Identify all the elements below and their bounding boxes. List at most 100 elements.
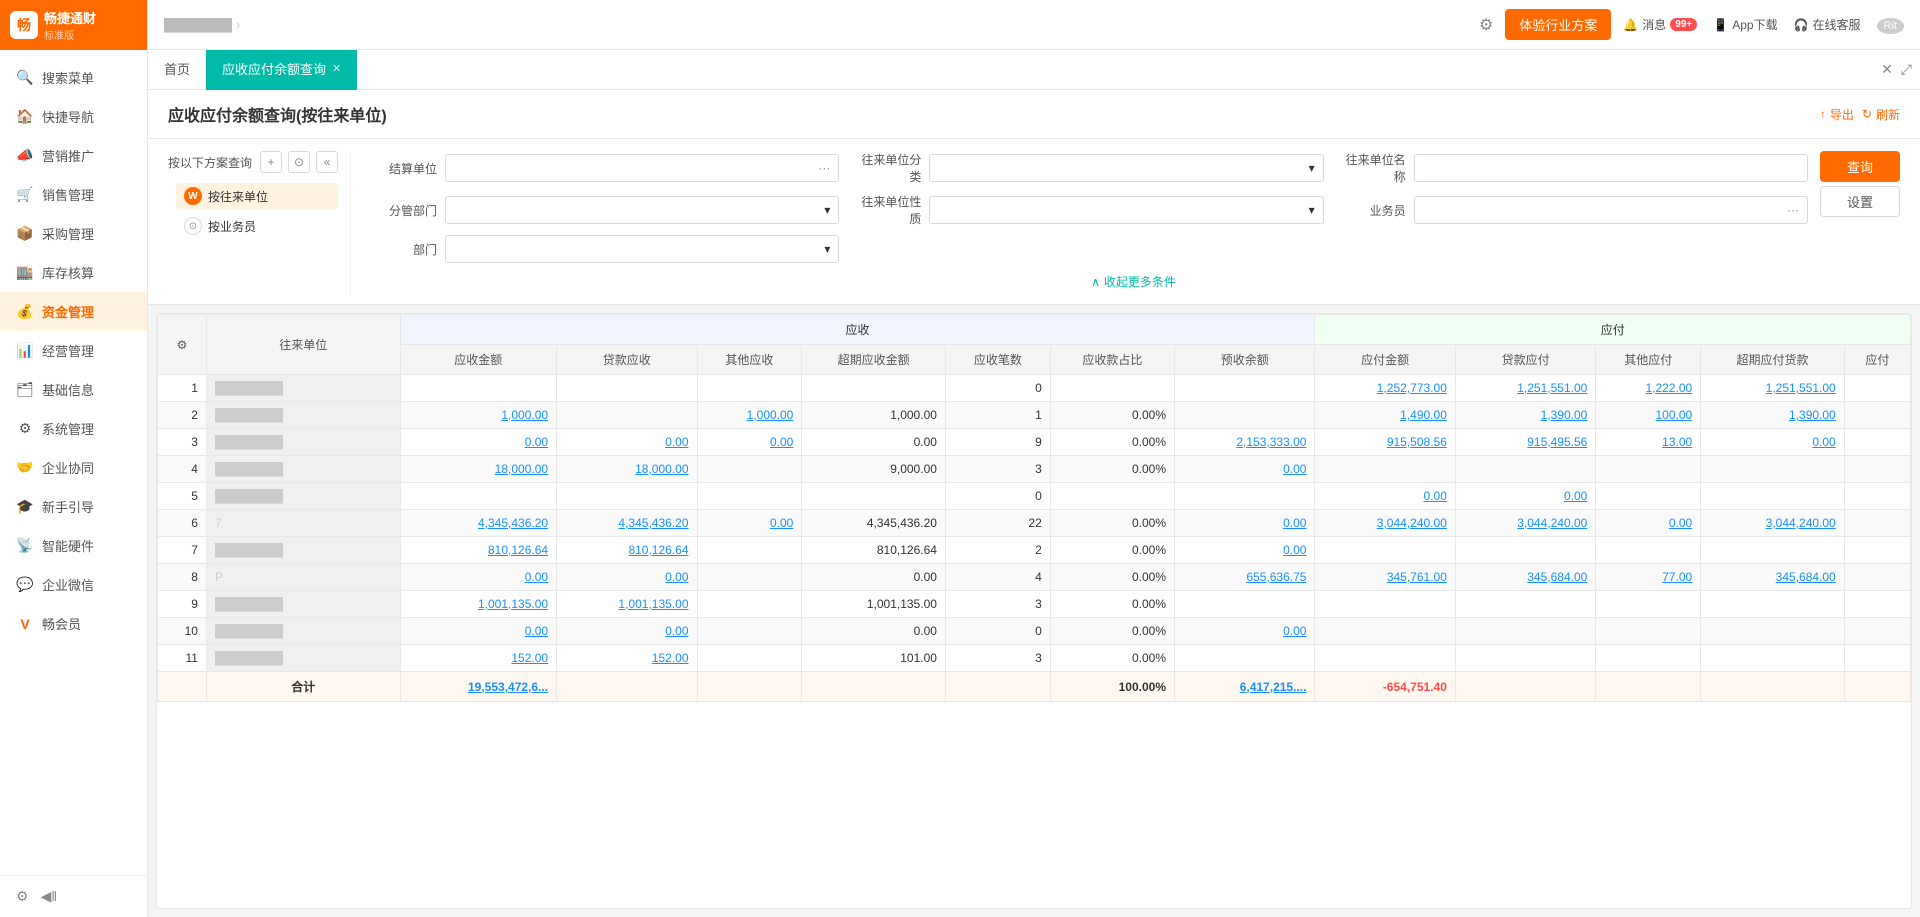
salesperson-input[interactable]: ···: [1414, 196, 1808, 224]
filter-nav-staff-icon: ⊙: [184, 217, 202, 235]
footer-ar-advance[interactable]: 6,417,215....: [1175, 672, 1315, 702]
salesperson-text[interactable]: [1423, 203, 1787, 217]
promo-button[interactable]: 体验行业方案: [1505, 9, 1611, 40]
logo-version: 标准版: [44, 27, 96, 42]
export-button[interactable]: ↑ 导出: [1820, 106, 1854, 123]
sidebar-item-system[interactable]: ⚙ 系统管理: [0, 409, 147, 448]
filter-setting-button[interactable]: 设置: [1820, 186, 1900, 217]
data-table-container: ⚙ 往来单位 应收 应付 应收金额 贷款应收 其他应收 超期应收金额 应收笔数 …: [156, 313, 1912, 909]
partner-category-select[interactable]: ▾: [929, 154, 1323, 182]
partner-name-cell: ████████: [206, 618, 400, 645]
purchase-icon: 📦: [16, 225, 34, 242]
filter-manage-dept: 分管部门 ▾: [367, 193, 839, 227]
tab-close-icon[interactable]: ✕: [332, 62, 341, 75]
sidebar-item-operations[interactable]: 📊 经营管理: [0, 331, 147, 370]
settlement-unit-input[interactable]: ···: [445, 154, 839, 182]
page-actions: ↑ 导出 ↻ 刷新: [1820, 106, 1900, 123]
filter-nav-by-unit[interactable]: W 按往来单位: [176, 183, 338, 209]
th-ap-amount: 应付金额: [1315, 345, 1455, 375]
th-ar-advance: 预收余额: [1175, 345, 1315, 375]
partner-nature-label: 往来单位性质: [851, 193, 921, 227]
salesperson-dots[interactable]: ···: [1787, 203, 1799, 217]
sales-icon: 🛒: [16, 186, 34, 203]
partner-name-cell: ████████: [206, 375, 400, 402]
partner-nature-select[interactable]: ▾: [929, 196, 1323, 224]
home-tab-label: 首页: [164, 59, 190, 78]
tab-bar-actions: ✕ ⤢: [1881, 61, 1920, 78]
partner-name-input[interactable]: [1414, 154, 1808, 182]
tab-bar: 首页 应收应付余额查询 ✕ ✕ ⤢: [148, 50, 1920, 90]
filter-settings-btn[interactable]: ⊙: [288, 151, 310, 173]
sidebar-item-inventory[interactable]: 🏬 库存核算: [0, 253, 147, 292]
sidebar-bottom: ⚙ ◀‖: [0, 875, 147, 917]
tab-ar-ap[interactable]: 应收应付余额查询 ✕: [206, 50, 357, 90]
th-ar-ratio: 应收款占比: [1050, 345, 1174, 375]
table-row: 10████████0.000.000.0000.00%0.00: [158, 618, 1911, 645]
filter-right-buttons: 查询 设置: [1808, 151, 1900, 263]
ar-ap-tab-label: 应收应付余额查询: [222, 59, 326, 78]
filter-settlement-unit: 结算单位 ···: [367, 151, 839, 185]
sidebar-item-guide[interactable]: 🎓 新手引导: [0, 487, 147, 526]
settlement-unit-label: 结算单位: [367, 160, 437, 177]
sidebar-item-sales[interactable]: 🛒 销售管理: [0, 175, 147, 214]
sidebar-item-basic[interactable]: 🗂 基础信息: [0, 370, 147, 409]
sidebar-nav: 🔍 搜索菜单 🏠 快捷导航 📣 营销推广 🛒 销售管理 📦 采购管理 🏬 库存核…: [0, 50, 147, 875]
th-ap-loan: 贷款应付: [1455, 345, 1595, 375]
sidebar-item-hardware[interactable]: 📡 智能硬件: [0, 526, 147, 565]
filter-collapse-btn[interactable]: «: [316, 151, 338, 173]
th-ar-other: 其他应收: [697, 345, 802, 375]
online-service-label: 在线客服: [1813, 16, 1861, 33]
sidebar-item-finance[interactable]: 💰 资金管理: [0, 292, 147, 331]
close-window-icon[interactable]: ✕: [1881, 61, 1893, 78]
filter-nav-staff-label: 按业务员: [208, 218, 256, 235]
marketing-icon: 📣: [16, 147, 34, 164]
settlement-unit-text[interactable]: [454, 161, 818, 175]
query-button[interactable]: 查询: [1820, 151, 1900, 182]
partner-name-label: 往来单位名称: [1336, 151, 1406, 185]
table-row: 3████████0.000.000.000.0090.00%2,153,333…: [158, 429, 1911, 456]
partner-name-cell: ████████: [206, 483, 400, 510]
filter-settings-icon: ⊙: [294, 155, 304, 169]
filter-nav-by-staff[interactable]: ⊙ 按业务员: [176, 213, 338, 239]
online-service-button[interactable]: 🎧 在线客服: [1794, 16, 1861, 33]
sidebar-item-quick-nav[interactable]: 🏠 快捷导航: [0, 97, 147, 136]
department-label: 部门: [367, 241, 437, 258]
notifications-button[interactable]: 🔔 消息 99+: [1623, 16, 1697, 33]
refresh-icon: ↻: [1862, 107, 1872, 121]
th-partner: 往来单位: [206, 315, 400, 375]
sidebar-item-purchase[interactable]: 📦 采购管理: [0, 214, 147, 253]
table-row: 1████████01,252,773.001,251,551.001,222.…: [158, 375, 1911, 402]
user-menu[interactable]: Rit: [1877, 18, 1904, 32]
filter-collapse-more-btn[interactable]: ∧ 收起更多条件: [367, 267, 1900, 296]
member-icon: V: [16, 616, 34, 632]
filter-add-btn[interactable]: +: [260, 151, 282, 173]
settings-bottom-icon[interactable]: ⚙: [16, 888, 29, 905]
tab-home[interactable]: 首页: [148, 50, 206, 90]
partner-name-cell: ████████: [206, 429, 400, 456]
collapse-sidebar-icon[interactable]: ◀‖: [41, 888, 58, 905]
sidebar-item-wechat[interactable]: 💬 企业微信: [0, 565, 147, 604]
sidebar-item-collab[interactable]: 🤝 企业协同: [0, 448, 147, 487]
th-ar-amount: 应收金额: [400, 345, 557, 375]
settlement-unit-dots[interactable]: ···: [818, 161, 830, 175]
footer-ar-ratio: 100.00%: [1050, 672, 1174, 702]
app-download-button[interactable]: 📱 App下载: [1713, 16, 1777, 33]
guide-icon: 🎓: [16, 498, 34, 515]
fullscreen-icon[interactable]: ⤢: [1901, 61, 1912, 78]
manage-dept-label: 分管部门: [367, 202, 437, 219]
basic-icon: 🗂: [16, 381, 34, 398]
table-settings-icon-cell[interactable]: ⚙: [158, 315, 207, 375]
manage-dept-select[interactable]: ▾: [445, 196, 839, 224]
partner-name-cell: P: [206, 564, 400, 591]
department-select[interactable]: ▾: [445, 235, 839, 263]
footer-ar-amount[interactable]: 19,553,472,6...: [400, 672, 557, 702]
filter-partner-category: 往来单位分类 ▾: [851, 151, 1323, 185]
settings-gear-icon[interactable]: ⚙: [1479, 15, 1493, 35]
hardware-icon: 📡: [16, 537, 34, 554]
filter-salesperson: 业务员 ···: [1336, 193, 1808, 227]
sidebar-item-marketing[interactable]: 📣 营销推广: [0, 136, 147, 175]
partner-category-label: 往来单位分类: [851, 151, 921, 185]
sidebar-item-member[interactable]: V 畅会员: [0, 604, 147, 643]
refresh-button[interactable]: ↻ 刷新: [1862, 106, 1900, 123]
sidebar-item-search[interactable]: 🔍 搜索菜单: [0, 58, 147, 97]
